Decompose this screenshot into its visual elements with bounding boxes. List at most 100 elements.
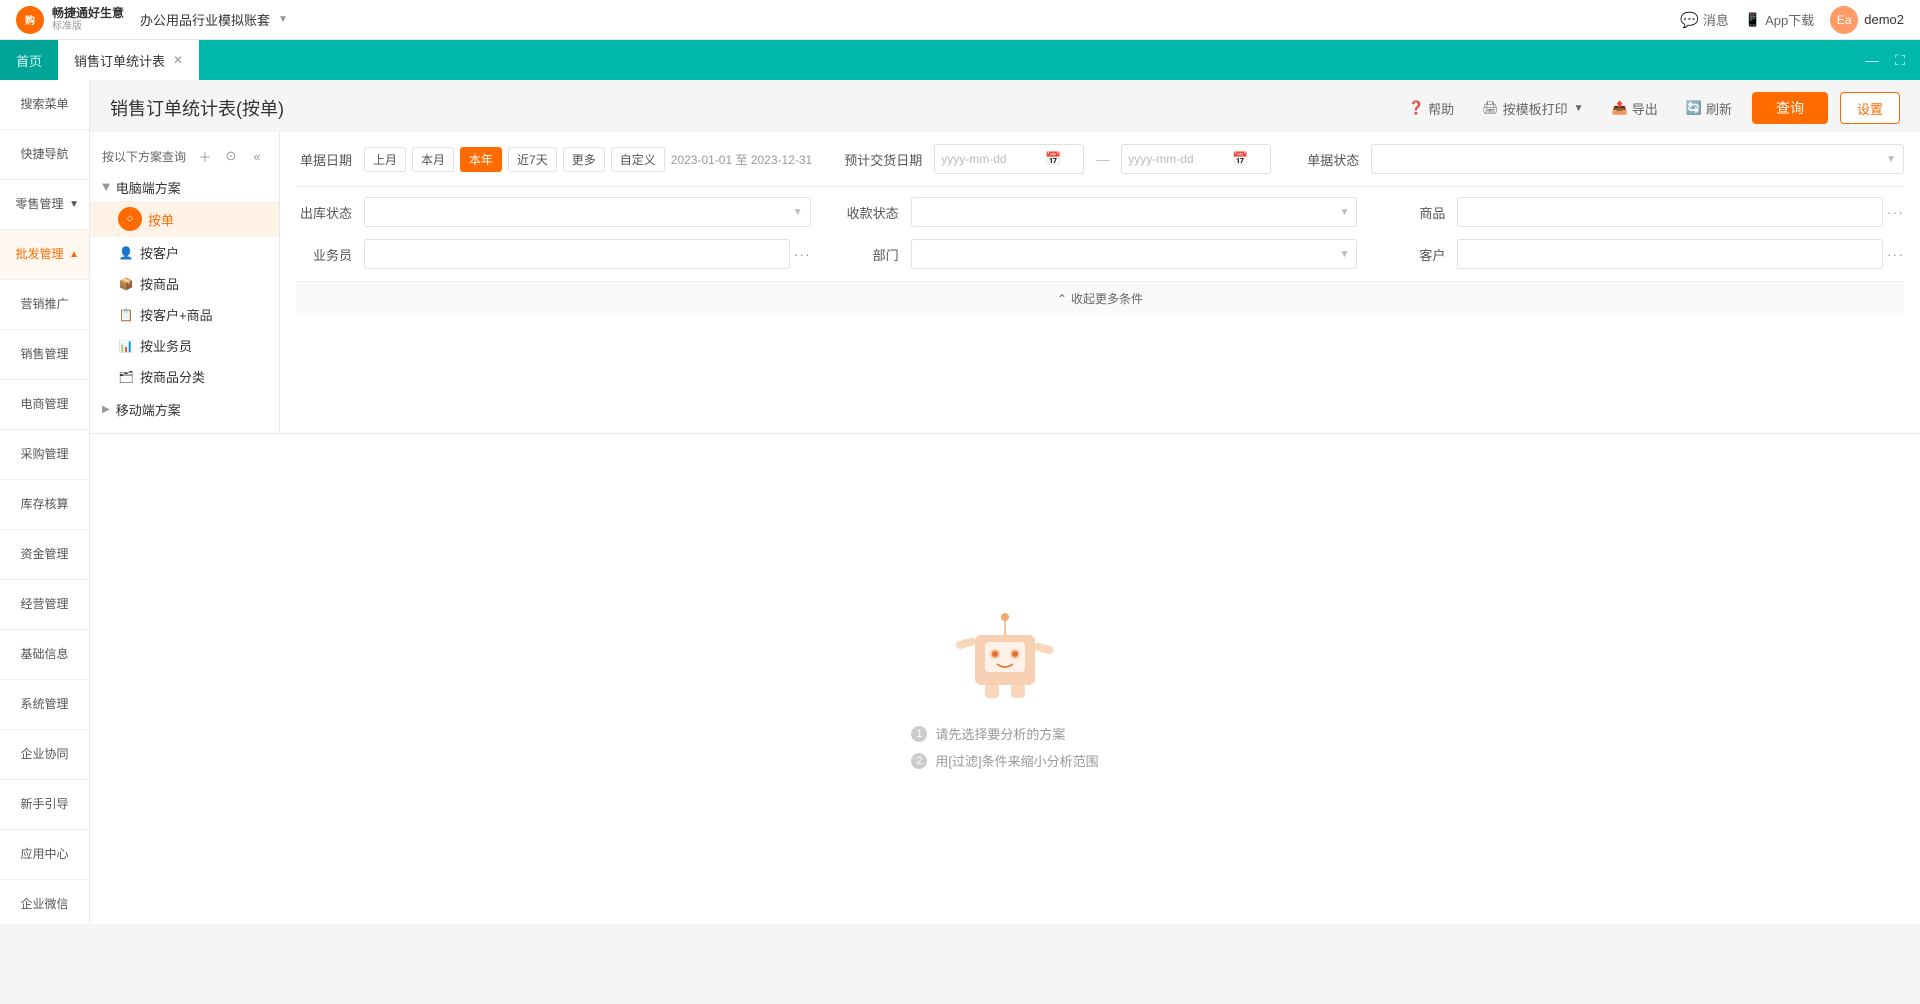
scheme-panel: 按以下方案查询 ＋ ⊙ « ▶ 电脑端方案 ○ [90, 132, 280, 433]
sidebar-item-basic[interactable]: 基础信息 [0, 630, 89, 680]
by-goods-category-icon: 🗂 [118, 369, 134, 385]
by-salesperson-icon: 📊 [118, 338, 134, 354]
customer-more-icon[interactable]: ··· [1887, 246, 1904, 262]
sidebar-item-corp-collab[interactable]: 企业协同 [0, 730, 89, 780]
top-bar-right: 💬 消息 📱 App下载 Ea demo2 [1680, 6, 1904, 34]
industry-dropdown-icon[interactable]: ▼ [278, 14, 288, 25]
help-btn[interactable]: ❓ 帮助 [1400, 95, 1462, 122]
sidebar-item-operations[interactable]: 经营管理 [0, 580, 89, 630]
date-dash: — [1096, 152, 1109, 167]
message-btn[interactable]: 💬 消息 [1680, 10, 1729, 29]
scheme-category-mobile[interactable]: ▶ 移动端方案 [90, 396, 279, 423]
settings-btn[interactable]: 设置 [1840, 92, 1900, 124]
print-btn[interactable]: 🖨 按模板打印 ▼ [1474, 95, 1591, 122]
salesperson-more-icon[interactable]: ··· [794, 246, 811, 262]
out-status-select[interactable] [364, 197, 811, 227]
scheme-add-icon[interactable]: ＋ [195, 146, 215, 166]
content-area: 销售订单统计表(按单) ❓ 帮助 🖨 按模板打印 ▼ 📤 导出 🔄 刷新 [90, 80, 1920, 924]
date-btn-this-year[interactable]: 本年 [460, 147, 502, 172]
date-end-wrapper: 📅 [1121, 144, 1271, 174]
customer-input[interactable] [1457, 239, 1883, 269]
mobile-category-label: 移动端方案 [116, 400, 181, 419]
wholesale-arrow-icon: ▲ [69, 248, 79, 262]
payment-status-wrapper: ▼ [911, 197, 1358, 227]
scheme-panel-title: 按以下方案查询 [102, 148, 186, 165]
sidebar-item-search[interactable]: 搜索菜单 [0, 80, 89, 130]
tab-close-icon[interactable]: ✕ [173, 53, 183, 67]
salesperson-label: 业务员 [296, 245, 352, 264]
salesperson-input[interactable] [364, 239, 790, 269]
date-start-input[interactable] [941, 152, 1041, 166]
filter-right: 单据日期 上月 本月 本年 近7天 更多 自定义 2023-01-01 至 20… [280, 132, 1920, 433]
sidebar-item-system[interactable]: 系统管理 [0, 680, 89, 730]
date-btn-custom[interactable]: 自定义 [611, 147, 665, 172]
purchase-label: 采购管理 [20, 446, 68, 463]
scheme-item-by-customer[interactable]: 👤 按客户 [90, 237, 279, 268]
query-btn[interactable]: 查询 [1752, 92, 1828, 124]
scheme-category-desktop[interactable]: ▶ 电脑端方案 [90, 174, 279, 201]
user-name: demo2 [1864, 12, 1904, 27]
by-customer-goods-icon: 📋 [118, 307, 134, 323]
message-icon: 💬 [1680, 11, 1699, 29]
scheme-item-by-customer-goods[interactable]: 📋 按客户+商品 [90, 299, 279, 330]
scheme-collapse-icon[interactable]: « [247, 146, 267, 166]
app-download-btn[interactable]: 📱 App下载 [1745, 10, 1814, 29]
payment-status-label: 收款状态 [843, 203, 899, 222]
desktop-category-arrow: ▶ [100, 184, 111, 192]
page-title: 销售订单统计表(按单) [110, 95, 284, 121]
sidebar-item-purchase[interactable]: 采购管理 [0, 430, 89, 480]
sidebar-item-wholesale[interactable]: 批发管理 ▲ [0, 230, 89, 280]
tab-home[interactable]: 首页 [0, 40, 58, 80]
sidebar-item-marketing[interactable]: 营销推广 [0, 280, 89, 330]
tab-maximize-btn[interactable]: ⛶ [1888, 48, 1912, 72]
scheme-item-by-order[interactable]: ○ 按单 [90, 201, 279, 237]
by-customer-icon: 👤 [118, 245, 134, 261]
date-btn-more[interactable]: 更多 [563, 147, 605, 172]
mobile-category-arrow: ▶ [102, 404, 110, 415]
export-btn[interactable]: 📤 导出 [1604, 95, 1666, 122]
date-range-text: 2023-01-01 至 2023-12-31 [671, 151, 812, 168]
basic-label: 基础信息 [20, 646, 68, 663]
sidebar-item-quicknav[interactable]: 快捷导航 [0, 130, 89, 180]
sidebar-item-inventory[interactable]: 库存核算 [0, 480, 89, 530]
sidebar-item-ecommerce[interactable]: 电商管理 [0, 380, 89, 430]
expected-date-label: 预计交货日期 [844, 150, 922, 169]
sidebar-item-finance[interactable]: 资金管理 [0, 530, 89, 580]
date-btn-last-month[interactable]: 上月 [364, 147, 406, 172]
date-end-input[interactable] [1128, 152, 1228, 166]
empty-hint-list: 1 请先选择要分析的方案 2 用[过滤]条件来缩小分析范围 [911, 724, 1098, 778]
empty-hint-1: 1 请先选择要分析的方案 [911, 724, 1098, 743]
sales-label: 销售管理 [20, 346, 68, 363]
status-select-wrapper: ▼ [1371, 144, 1904, 174]
sidebar-item-corp-wechat[interactable]: 企业微信 [0, 880, 89, 924]
top-bar: 购 畅捷通好生意 标准版 办公用品行业模拟账套 ▼ 💬 消息 📱 App下载 E… [0, 0, 1920, 40]
industry-label[interactable]: 办公用品行业模拟账套 [140, 10, 270, 29]
date-btn-7days[interactable]: 近7天 [508, 147, 557, 172]
operations-label: 经营管理 [20, 596, 68, 613]
status-select[interactable] [1371, 144, 1904, 174]
by-goods-icon: 📦 [118, 276, 134, 292]
scheme-item-by-goods[interactable]: 📦 按商品 [90, 268, 279, 299]
user-profile[interactable]: Ea demo2 [1830, 6, 1904, 34]
scheme-item-by-goods-category[interactable]: 🗂 按商品分类 [90, 361, 279, 392]
tab-minimize-btn[interactable]: — [1860, 48, 1884, 72]
scheme-panel-icons: ＋ ⊙ « [195, 146, 267, 166]
scheme-item-by-salesperson[interactable]: 📊 按业务员 [90, 330, 279, 361]
date-btn-this-month[interactable]: 本月 [412, 147, 454, 172]
refresh-icon: 🔄 [1686, 100, 1702, 116]
refresh-btn[interactable]: 🔄 刷新 [1678, 95, 1740, 122]
goods-input[interactable] [1457, 197, 1883, 227]
newbie-label: 新手引导 [20, 796, 68, 813]
goods-more-icon[interactable]: ··· [1887, 204, 1904, 220]
sidebar-item-retail[interactable]: 零售管理 ▼ [0, 180, 89, 230]
sidebar-item-sales[interactable]: 销售管理 [0, 330, 89, 380]
department-select[interactable] [911, 239, 1358, 269]
filter-row-2: 出库状态 ▼ 收款状态 ▼ [296, 197, 1904, 227]
tab-sales-order[interactable]: 销售订单统计表 ✕ [58, 40, 199, 80]
sidebar-item-app-center[interactable]: 应用中心 [0, 830, 89, 880]
collapse-label: 收起更多条件 [1071, 290, 1143, 307]
sidebar-item-newbie[interactable]: 新手引导 [0, 780, 89, 830]
payment-status-select[interactable] [911, 197, 1358, 227]
scheme-settings-icon[interactable]: ⊙ [221, 146, 241, 166]
collapse-bar[interactable]: ⌃ 收起更多条件 [296, 281, 1904, 315]
